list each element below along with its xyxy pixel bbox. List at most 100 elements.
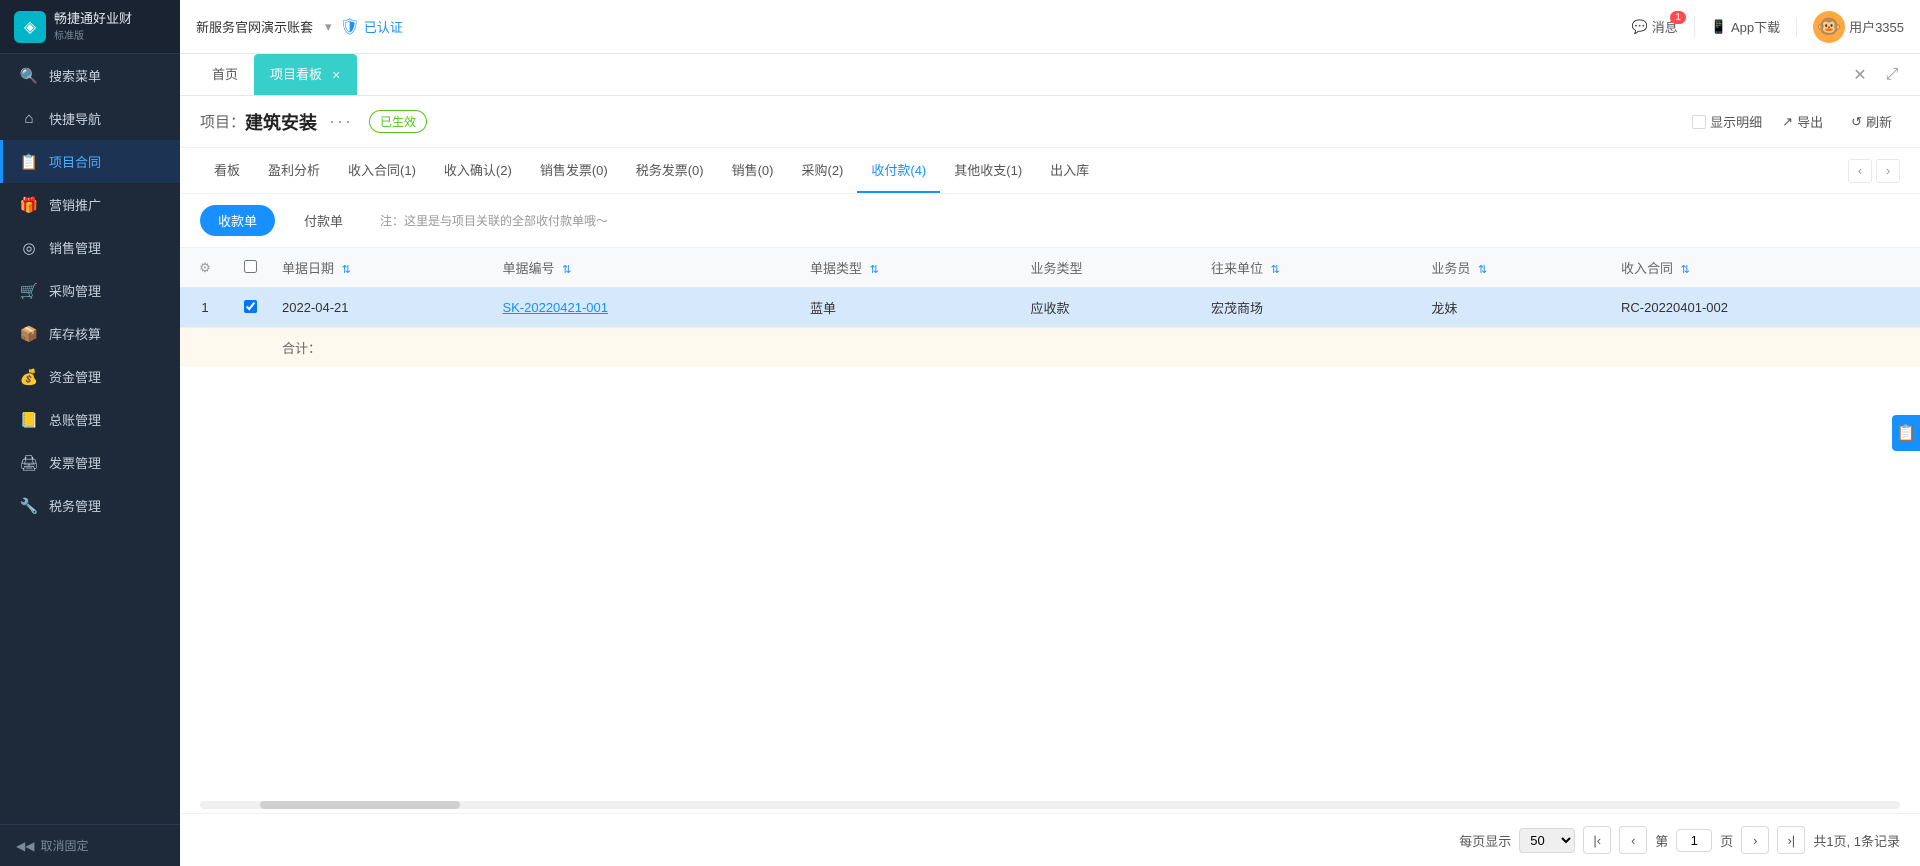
- prev-page-button[interactable]: ‹: [1619, 826, 1647, 854]
- sidebar-item-sales[interactable]: ◎ 销售管理: [0, 226, 180, 269]
- next-page-button[interactable]: ›: [1741, 826, 1769, 854]
- sub-tab-next-button[interactable]: ›: [1876, 159, 1900, 183]
- row-type: 蓝单: [798, 288, 1018, 328]
- sidebar-nav: 🔍 搜索菜单 ⌂ 快捷导航 📋 项目合同 🎁 营销推广 ◎ 销售管理 🛒 采购管…: [0, 54, 180, 824]
- sidebar-item-capital[interactable]: 💰 资金管理: [0, 355, 180, 398]
- receipts-table: ⚙ 单据日期 ⇅ 单据编号 ⇅: [180, 248, 1920, 367]
- total-label-text: 合计：: [270, 328, 1920, 368]
- page-header: 项目： 建筑安装 ··· 已生效 显示明细 ↗ 导出 ↺ 刷新: [180, 96, 1920, 148]
- page-suffix-label: 页: [1720, 831, 1733, 850]
- app-logo-icon: ◈: [14, 11, 46, 43]
- date-sort-icon[interactable]: ⇅: [342, 264, 351, 276]
- table-row[interactable]: 1 2022-04-21 SK-20220421-001 蓝单 应收款 宏茂商场…: [180, 288, 1920, 328]
- row-checkbox[interactable]: [230, 288, 270, 328]
- page-actions: 显示明细 ↗ 导出 ↺ 刷新: [1692, 108, 1900, 135]
- data-table: ⚙ 单据日期 ⇅ 单据编号 ⇅: [180, 248, 1920, 797]
- maximize-window-button[interactable]: ⤢: [1880, 63, 1904, 87]
- total-row: 合计：: [180, 328, 1920, 368]
- sales-icon: ◎: [19, 239, 39, 257]
- sidebar-item-ledger[interactable]: 📒 总账管理: [0, 398, 180, 441]
- sub-tab-other-expenses[interactable]: 其他收支(1): [940, 148, 1036, 193]
- partner-sort-icon[interactable]: ⇅: [1271, 264, 1280, 276]
- sub-tab-sales-invoice[interactable]: 销售发票(0): [526, 148, 622, 193]
- sub-tab-prev-button[interactable]: ‹: [1848, 159, 1872, 183]
- sidebar-item-project-contract[interactable]: 📋 项目合同: [0, 140, 180, 183]
- close-window-button[interactable]: ✕: [1848, 63, 1872, 87]
- account-dropdown-icon[interactable]: ▾: [325, 19, 332, 35]
- export-icon: ↗: [1782, 114, 1793, 130]
- salesperson-sort-icon[interactable]: ⇅: [1478, 264, 1487, 276]
- row-income-contract: RC-20220401-002: [1609, 288, 1920, 328]
- biz-type-column-header: 业务类型: [1018, 248, 1198, 288]
- phone-icon: 📱: [1711, 19, 1727, 35]
- row-select-checkbox[interactable]: [244, 300, 257, 313]
- topbar-divider-1: [1694, 17, 1695, 37]
- total-records-label: 共1页, 1条记录: [1813, 831, 1900, 850]
- sub-tab-profit[interactable]: 盈利分析: [254, 148, 334, 193]
- topbar-left: 新服务官网演示账套 ▾ 🛡 已认证: [196, 17, 403, 37]
- sub-tab-receipts[interactable]: 收付款(4): [857, 148, 940, 193]
- horizontal-scrollbar[interactable]: [180, 797, 1920, 813]
- settings-column-header: ⚙: [180, 248, 230, 288]
- settings-icon[interactable]: ⚙: [199, 260, 211, 275]
- sidebar-item-tax[interactable]: 🔧 税务管理: [0, 484, 180, 527]
- message-button[interactable]: 💬 消息 1: [1632, 17, 1678, 36]
- scrollbar-track[interactable]: [200, 801, 1900, 809]
- row-salesperson: 龙妹: [1419, 288, 1609, 328]
- sub-tab-purchase[interactable]: 采购(2): [787, 148, 857, 193]
- page-input[interactable]: [1676, 829, 1712, 852]
- tab-close-icon[interactable]: ✕: [332, 70, 341, 82]
- payments-filter-button[interactable]: 付款单: [285, 204, 362, 237]
- receipts-filter-button[interactable]: 收款单: [200, 205, 275, 236]
- type-column-header: 单据类型 ⇅: [798, 248, 1018, 288]
- page-content: 项目： 建筑安装 ··· 已生效 显示明细 ↗ 导出 ↺ 刷新: [180, 96, 1920, 866]
- invoice-icon: 🖨: [19, 454, 39, 472]
- pagination: 每页显示 50 10 20 100 |‹ ‹ 第 页 › ›| 共1页, 1条记…: [180, 813, 1920, 866]
- sidebar-item-invoice[interactable]: 🖨 发票管理: [0, 441, 180, 484]
- ledger-icon: 📒: [19, 411, 39, 429]
- number-sort-icon[interactable]: ⇅: [562, 264, 571, 276]
- sub-tab-income-contract[interactable]: 收入合同(1): [334, 148, 430, 193]
- unpin-icon: ◀◀: [16, 839, 34, 853]
- sub-tab-sales[interactable]: 销售(0): [718, 148, 788, 193]
- sub-tab-income-confirm[interactable]: 收入确认(2): [430, 148, 526, 193]
- tab-project-board[interactable]: 项目看板 ✕: [254, 54, 357, 95]
- per-page-select[interactable]: 50 10 20 100: [1519, 828, 1575, 853]
- row-number[interactable]: SK-20220421-001: [490, 288, 798, 328]
- export-button[interactable]: ↗ 导出: [1774, 108, 1831, 135]
- last-page-button[interactable]: ›|: [1777, 826, 1805, 854]
- sidebar: ◈ 畅捷通好业财 标准版 🔍 搜索菜单 ⌂ 快捷导航 📋 项目合同 🎁 营销推广…: [0, 0, 180, 866]
- first-page-button[interactable]: |‹: [1583, 826, 1611, 854]
- filter-note: 注：这里是与项目关联的全部收付款单哦～: [380, 212, 608, 229]
- sub-tab-in-out[interactable]: 出入库: [1036, 148, 1103, 193]
- app-download-button[interactable]: 📱 App下载: [1711, 17, 1780, 36]
- sidebar-item-search[interactable]: 🔍 搜索菜单: [0, 54, 180, 97]
- more-actions-button[interactable]: ···: [329, 111, 353, 132]
- tab-home[interactable]: 首页: [196, 54, 254, 95]
- right-float-button[interactable]: 📋: [1892, 415, 1920, 451]
- sidebar-item-purchase[interactable]: 🛒 采购管理: [0, 269, 180, 312]
- checkbox-icon: [1692, 115, 1706, 129]
- row-partner: 宏茂商场: [1199, 288, 1419, 328]
- sub-tab-board[interactable]: 看板: [200, 148, 254, 193]
- show-detail-checkbox[interactable]: 显示明细: [1692, 112, 1762, 131]
- project-name: 建筑安装: [245, 109, 317, 135]
- per-page-label: 每页显示: [1459, 831, 1511, 850]
- sub-tab-tax-invoice[interactable]: 税务发票(0): [622, 148, 718, 193]
- select-all-checkbox[interactable]: [244, 260, 257, 273]
- sidebar-item-marketing[interactable]: 🎁 营销推广: [0, 183, 180, 226]
- certified-badge: 🛡 已认证: [340, 17, 403, 37]
- capital-icon: 💰: [19, 368, 39, 386]
- user-profile[interactable]: 🐵 用户3355: [1813, 11, 1904, 43]
- income-contract-sort-icon[interactable]: ⇅: [1681, 264, 1690, 276]
- scrollbar-thumb[interactable]: [260, 801, 460, 809]
- project-prefix-label: 项目：: [200, 111, 245, 132]
- main-content: 新服务官网演示账套 ▾ 🛡 已认证 💬 消息 1 📱 App下载 🐵: [180, 0, 1920, 866]
- sidebar-item-inventory[interactable]: 📦 库存核算: [0, 312, 180, 355]
- row-biz-type: 应收款: [1018, 288, 1198, 328]
- sidebar-item-quick-nav[interactable]: ⌂ 快捷导航: [0, 97, 180, 140]
- status-badge: 已生效: [369, 110, 427, 133]
- type-sort-icon[interactable]: ⇅: [870, 264, 879, 276]
- refresh-button[interactable]: ↺ 刷新: [1843, 108, 1900, 135]
- unpin-button[interactable]: ◀◀ 取消固定: [0, 824, 180, 866]
